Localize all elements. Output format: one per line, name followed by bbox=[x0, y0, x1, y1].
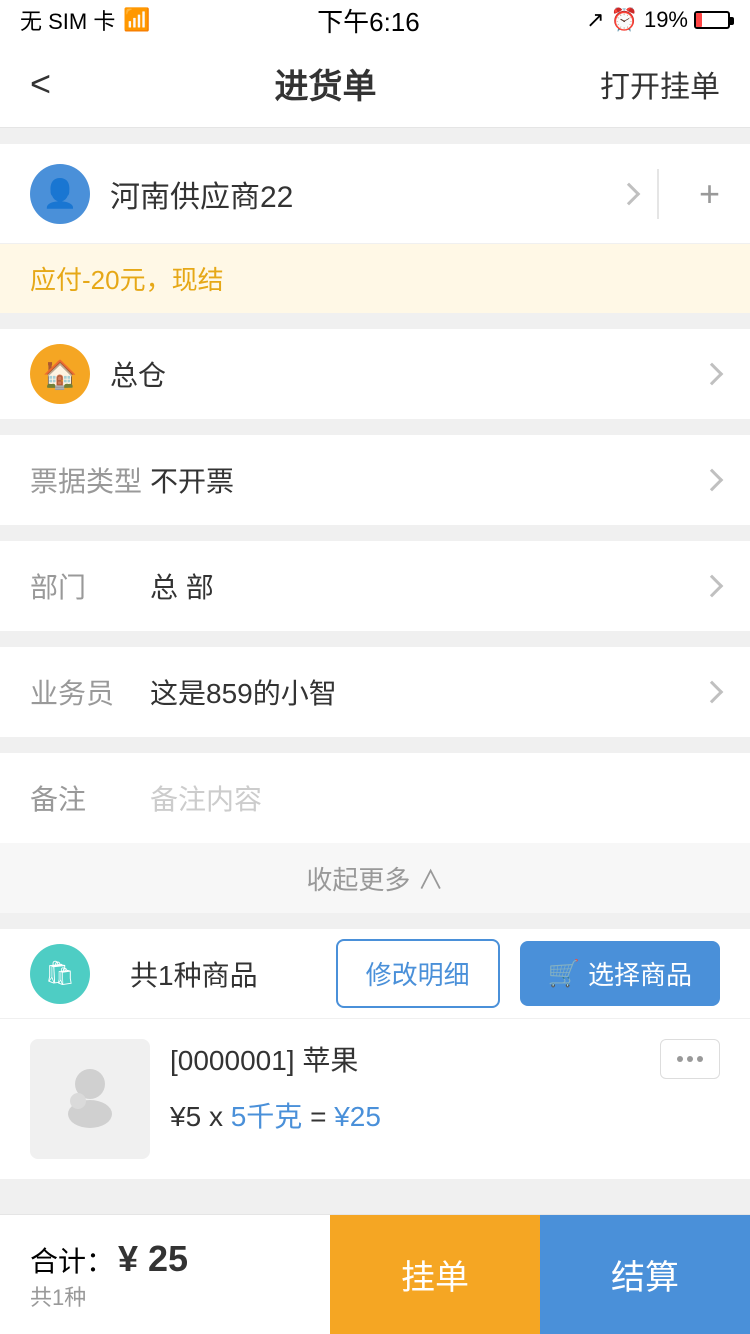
separator-4 bbox=[0, 525, 750, 541]
quantity: 5千克 bbox=[231, 1101, 303, 1132]
status-left: 无 SIM 卡 📶 bbox=[20, 4, 151, 36]
status-right: ↗ ⏰ 19% bbox=[586, 7, 730, 33]
invoice-chevron bbox=[701, 469, 724, 492]
separator-2 bbox=[0, 313, 750, 329]
department-chevron bbox=[701, 575, 724, 598]
hang-button[interactable]: 挂单 bbox=[330, 1215, 540, 1334]
user-icon: 👤 bbox=[43, 177, 78, 210]
status-bar: 无 SIM 卡 📶 下午6:16 ↗ ⏰ 19% bbox=[0, 0, 750, 40]
warehouse-row[interactable]: 🏠 总仓 bbox=[0, 329, 750, 419]
invoice-value: 不开票 bbox=[150, 460, 704, 500]
invoice-label: 票据类型 bbox=[30, 460, 150, 500]
separator-5 bbox=[0, 631, 750, 647]
price-separator: x bbox=[209, 1101, 231, 1132]
total-count: 共1种 bbox=[30, 1280, 300, 1312]
department-value: 总 部 bbox=[150, 566, 704, 606]
checkout-button[interactable]: 结算 bbox=[540, 1215, 750, 1334]
unit-price: ¥5 bbox=[170, 1101, 201, 1132]
time-label: 下午6:16 bbox=[317, 2, 420, 39]
select-product-label: 选择商品 bbox=[588, 955, 692, 992]
collapse-label: 收起更多 ∧ bbox=[306, 860, 443, 897]
separator-7 bbox=[0, 913, 750, 929]
dot-2 bbox=[687, 1056, 693, 1062]
product-item: [0000001] 苹果 ¥5 x 5千克 = ¥25 bbox=[0, 1019, 750, 1179]
separator-3 bbox=[0, 419, 750, 435]
supplier-name: 河南供应商22 bbox=[110, 172, 621, 216]
salesperson-label: 业务员 bbox=[30, 672, 150, 712]
open-hang-button[interactable]: 打开挂单 bbox=[600, 62, 720, 106]
dot-1 bbox=[677, 1056, 683, 1062]
divider bbox=[657, 169, 659, 219]
back-button[interactable]: < bbox=[30, 63, 51, 105]
add-supplier-button[interactable]: + bbox=[699, 173, 720, 215]
product-header: 🛍 共1种商品 修改明细 🛒 选择商品 bbox=[0, 929, 750, 1019]
product-title: 苹果 bbox=[302, 1045, 358, 1076]
warehouse-chevron bbox=[701, 363, 724, 386]
department-section: 部门 总 部 bbox=[0, 541, 750, 631]
product-code: [0000001] bbox=[170, 1045, 295, 1076]
alarm-icon: ⏰ bbox=[611, 7, 638, 33]
battery-percent: 19% bbox=[644, 7, 688, 33]
remark-label: 备注 bbox=[30, 778, 150, 818]
total-amount: ¥ 25 bbox=[118, 1238, 188, 1280]
total-row: 合计： ¥ 25 bbox=[30, 1238, 300, 1280]
shop-icon: 🛍 bbox=[45, 959, 75, 988]
product-name: [0000001] 苹果 bbox=[170, 1039, 640, 1079]
item-total: ¥25 bbox=[334, 1101, 381, 1132]
page-title: 进货单 bbox=[275, 59, 377, 108]
product-price-row: ¥5 x 5千克 = ¥25 bbox=[170, 1095, 640, 1135]
dot-3 bbox=[697, 1056, 703, 1062]
product-count: 共1种商品 bbox=[130, 954, 316, 994]
wifi-icon: 📶 bbox=[123, 7, 150, 33]
warehouse-section: 🏠 总仓 bbox=[0, 329, 750, 419]
alert-banner: 应付-20元，现结 bbox=[0, 244, 750, 313]
salesperson-section: 业务员 这是859的小智 bbox=[0, 647, 750, 737]
location-icon: ↗ bbox=[586, 7, 604, 33]
remark-section: 备注 备注内容 bbox=[0, 753, 750, 843]
battery-icon bbox=[694, 11, 730, 29]
department-row[interactable]: 部门 总 部 bbox=[0, 541, 750, 631]
nav-bar: < 进货单 打开挂单 bbox=[0, 40, 750, 128]
supplier-actions: + bbox=[621, 169, 720, 219]
edit-detail-button[interactable]: 修改明细 bbox=[336, 939, 500, 1008]
supplier-row[interactable]: 👤 河南供应商22 + bbox=[0, 144, 750, 244]
salesperson-value: 这是859的小智 bbox=[150, 672, 704, 712]
select-product-button[interactable]: 🛒 选择商品 bbox=[520, 941, 720, 1006]
product-icon: 🛍 bbox=[30, 944, 90, 1004]
warehouse-icon: 🏠 bbox=[30, 344, 90, 404]
department-label: 部门 bbox=[30, 566, 150, 606]
product-thumbnail bbox=[30, 1039, 150, 1159]
product-thumb-icon bbox=[50, 1059, 130, 1139]
bottom-bar: 合计： ¥ 25 共1种 挂单 结算 bbox=[0, 1214, 750, 1334]
salesperson-row[interactable]: 业务员 这是859的小智 bbox=[0, 647, 750, 737]
cart-icon: 🛒 bbox=[548, 958, 580, 989]
remark-row[interactable]: 备注 备注内容 bbox=[0, 753, 750, 843]
remark-input[interactable]: 备注内容 bbox=[150, 778, 720, 818]
collapse-button[interactable]: 收起更多 ∧ bbox=[0, 843, 750, 913]
invoice-row[interactable]: 票据类型 不开票 bbox=[0, 435, 750, 525]
home-icon: 🏠 bbox=[43, 358, 78, 391]
supplier-section: 👤 河南供应商22 + 应付-20元，现结 bbox=[0, 144, 750, 313]
carrier-label: 无 SIM 卡 bbox=[20, 4, 115, 36]
supplier-icon: 👤 bbox=[30, 164, 90, 224]
separator-6 bbox=[0, 737, 750, 753]
alert-text: 应付-20元，现结 bbox=[30, 265, 224, 295]
invoice-section: 票据类型 不开票 bbox=[0, 435, 750, 525]
total-section: 合计： ¥ 25 共1种 bbox=[0, 1215, 330, 1334]
separator-1 bbox=[0, 128, 750, 144]
product-more-button[interactable] bbox=[660, 1039, 720, 1079]
equals: = bbox=[310, 1101, 334, 1132]
warehouse-label: 总仓 bbox=[110, 354, 704, 394]
total-label: 合计： bbox=[30, 1240, 114, 1280]
product-details: [0000001] 苹果 ¥5 x 5千克 = ¥25 bbox=[170, 1039, 640, 1135]
salesperson-chevron bbox=[701, 681, 724, 704]
supplier-chevron bbox=[618, 182, 641, 205]
